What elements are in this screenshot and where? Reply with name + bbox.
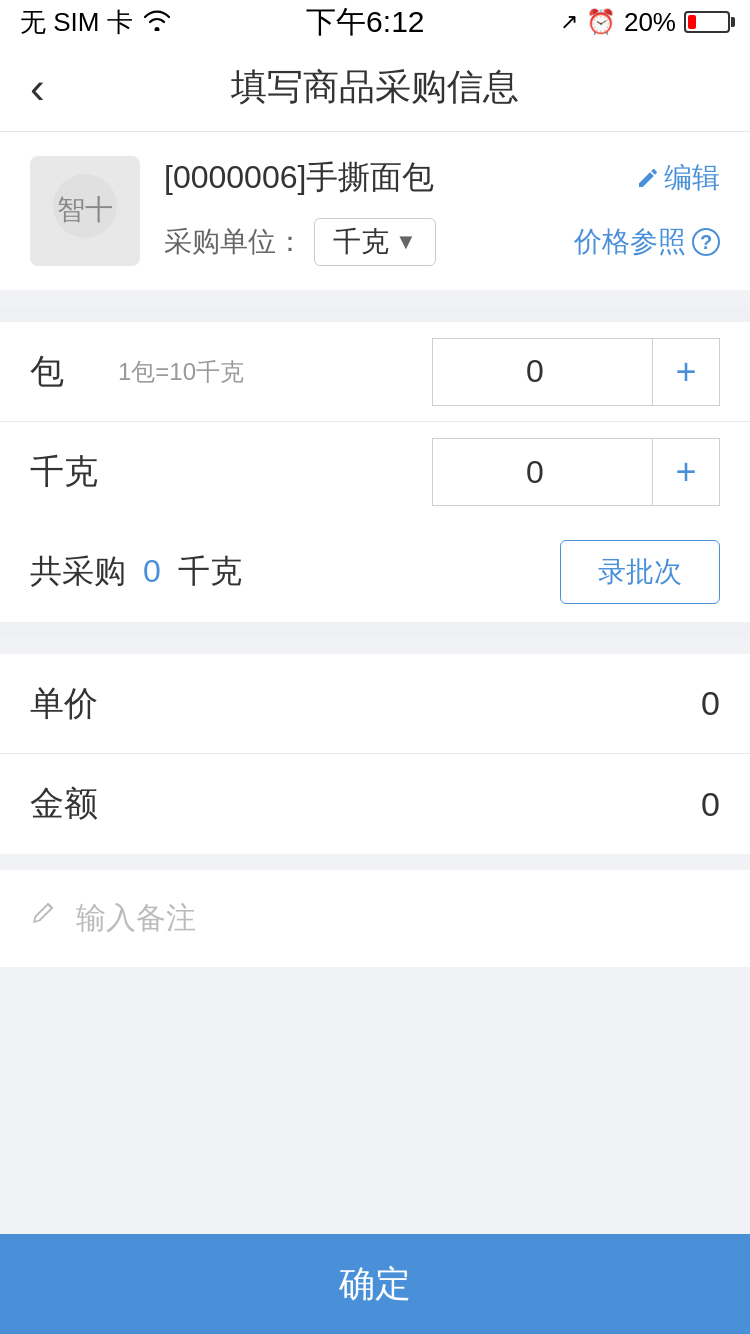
back-button[interactable]: ‹: [30, 66, 45, 110]
status-right: ↗ ⏰ 20%: [560, 7, 730, 38]
pencil-icon: [30, 900, 60, 937]
price-ref-button[interactable]: 价格参照 ?: [574, 223, 720, 261]
product-name: [0000006]手撕面包: [164, 156, 434, 200]
summary-amount: 0: [143, 553, 161, 589]
amount-row: 金额 0: [0, 754, 750, 854]
pack-input[interactable]: [432, 338, 652, 406]
unit-price-row: 单价 0: [0, 654, 750, 754]
amount-value: 0: [701, 785, 720, 824]
product-details: [0000006]手撕面包 编辑 采购单位： 千克 ▼ 价格参照 ?: [164, 156, 720, 266]
status-time: 下午6:12: [306, 2, 424, 43]
product-name-row: [0000006]手撕面包 编辑: [164, 156, 720, 200]
battery-icon: [684, 11, 730, 33]
price-ref-label: 价格参照: [574, 223, 686, 261]
purchase-unit-row: 采购单位： 千克 ▼ 价格参照 ?: [164, 218, 720, 266]
summary-prefix: 共采购: [30, 553, 126, 589]
edit-button[interactable]: 编辑: [636, 159, 720, 197]
kg-input-row: 千克 +: [0, 422, 750, 522]
product-thumbnail: 智十: [30, 156, 140, 266]
location-icon: ↗: [560, 9, 578, 35]
pack-plus-icon: +: [675, 351, 696, 393]
record-batch-label: 录批次: [598, 553, 682, 591]
kg-plus-icon: +: [675, 451, 696, 493]
notes-input[interactable]: 输入备注: [76, 898, 196, 939]
amount-label: 金额: [30, 781, 98, 827]
carrier-label: 无 SIM 卡: [20, 5, 133, 40]
unit-price-label: 单价: [30, 681, 98, 727]
pack-label: 包: [30, 349, 110, 395]
summary-unit: 千克: [178, 553, 242, 589]
content-spacer: [0, 967, 750, 1167]
confirm-label: 确定: [339, 1260, 411, 1309]
info-section: 单价 0 金额 0: [0, 654, 750, 854]
unit-selector-wrap: 采购单位： 千克 ▼: [164, 218, 436, 266]
page-title: 填写商品采购信息: [231, 63, 519, 112]
kg-plus-button[interactable]: +: [652, 438, 720, 506]
back-icon: ‹: [30, 63, 45, 112]
dropdown-icon: ▼: [395, 229, 417, 255]
unit-label: 采购单位：: [164, 223, 304, 261]
pack-field-wrap: +: [432, 338, 720, 406]
pack-plus-button[interactable]: +: [652, 338, 720, 406]
input-section: 包 1包=10千克 + 千克 +: [0, 322, 750, 522]
confirm-button[interactable]: 确定: [0, 1234, 750, 1334]
help-icon: ?: [692, 228, 720, 256]
alarm-icon: ⏰: [586, 8, 616, 36]
unit-value: 千克: [333, 223, 389, 261]
record-batch-button[interactable]: 录批次: [560, 540, 720, 604]
svg-text:智十: 智十: [57, 194, 113, 225]
battery-label: 20%: [624, 7, 676, 38]
product-logo: 智十: [50, 171, 120, 251]
status-left: 无 SIM 卡: [20, 5, 171, 40]
pack-input-row: 包 1包=10千克 +: [0, 322, 750, 422]
pack-sub-label: 1包=10千克: [118, 356, 244, 388]
nav-bar: ‹ 填写商品采购信息: [0, 44, 750, 132]
summary-section: 共采购 0 千克 录批次: [0, 522, 750, 622]
product-section: 智十 [0000006]手撕面包 编辑 采购单位： 千克 ▼ 价格参照: [0, 132, 750, 290]
unit-select[interactable]: 千克 ▼: [314, 218, 436, 266]
kg-input[interactable]: [432, 438, 652, 506]
section-divider-1: [0, 306, 750, 322]
status-bar: 无 SIM 卡 下午6:12 ↗ ⏰ 20%: [0, 0, 750, 44]
section-divider-2: [0, 622, 750, 638]
unit-price-value: 0: [701, 684, 720, 723]
kg-label: 千克: [30, 449, 110, 495]
kg-field-wrap: +: [432, 438, 720, 506]
summary-text: 共采购 0 千克: [30, 550, 242, 594]
edit-label: 编辑: [664, 159, 720, 197]
wifi-icon: [143, 7, 171, 38]
notes-section[interactable]: 输入备注: [0, 870, 750, 967]
